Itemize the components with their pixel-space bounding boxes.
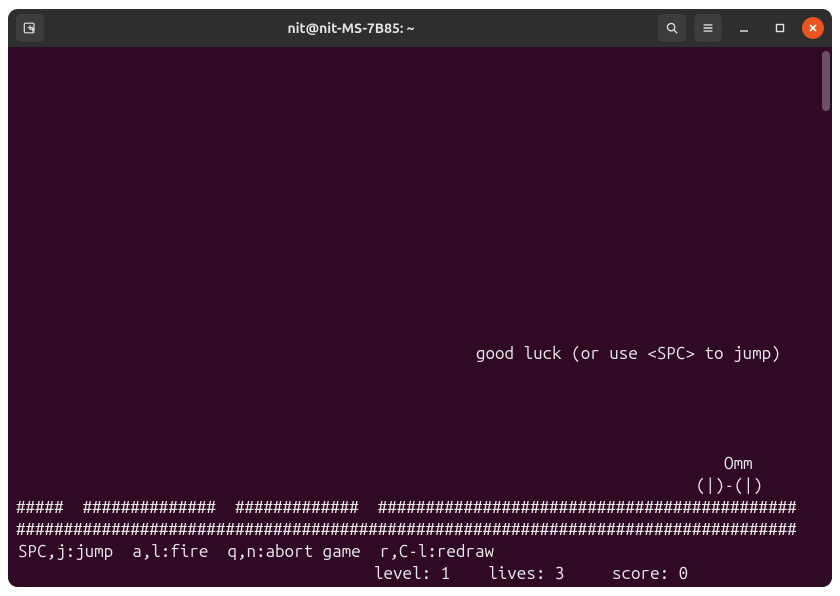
terminal-window: nit@nit-MS-7B85: ~ (8, 9, 832, 587)
status-line: level: 1 lives: 3 score: 0 (374, 563, 688, 585)
menu-icon (701, 21, 715, 35)
terminal-content: good luck (or use <SPC> to jump) Omm (|)… (16, 47, 824, 579)
terminal-viewport[interactable]: good luck (or use <SPC> to jump) Omm (|)… (8, 47, 832, 587)
player-body: (|)-(|) (696, 475, 763, 497)
scrollbar-thumb[interactable] (822, 51, 830, 111)
search-button[interactable] (658, 14, 686, 42)
maximize-button[interactable] (766, 14, 794, 42)
titlebar: nit@nit-MS-7B85: ~ (8, 9, 832, 47)
ground-row-top: ##### ############## ############# #####… (16, 497, 824, 519)
window-title: nit@nit-MS-7B85: ~ (44, 20, 658, 36)
player-head: Omm (724, 453, 753, 475)
maximize-icon (775, 23, 785, 33)
minimize-icon (739, 23, 749, 33)
hint-text: good luck (or use <SPC> to jump) (476, 343, 781, 365)
new-tab-button[interactable] (16, 14, 44, 42)
close-button[interactable] (802, 17, 824, 39)
ground-row-bottom: ########################################… (16, 519, 824, 541)
controls-help: SPC,j:jump a,l:fire q,n:abort game r,C-l… (18, 541, 824, 563)
minimize-button[interactable] (730, 14, 758, 42)
search-icon (665, 21, 679, 35)
new-tab-icon (23, 21, 37, 35)
close-icon (808, 23, 818, 33)
menu-button[interactable] (694, 14, 722, 42)
